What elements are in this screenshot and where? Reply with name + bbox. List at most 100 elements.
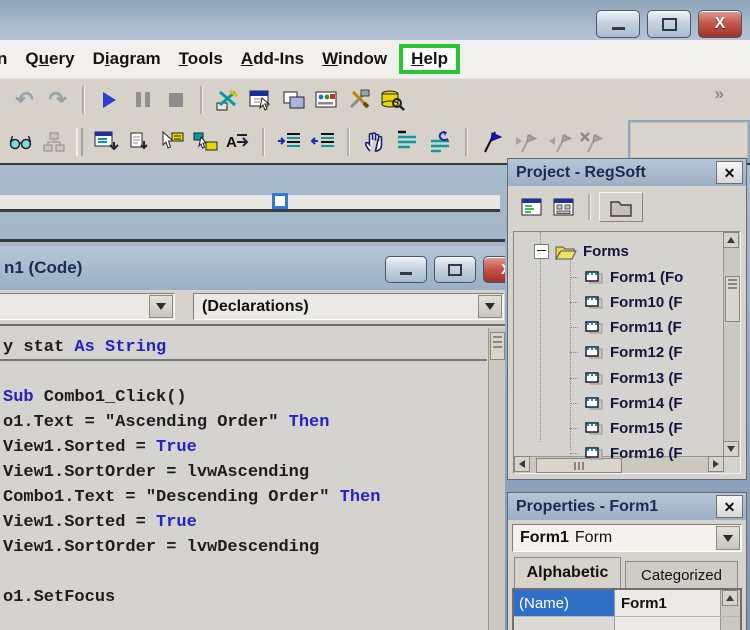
project-panel-title-bar[interactable]: Project - RegSoft ✕ (508, 159, 746, 186)
toolbar-dock-area (630, 122, 748, 158)
project-close-button[interactable]: ✕ (716, 161, 743, 184)
code-window-title-bar[interactable]: n1 (Code) X (0, 246, 505, 290)
code-minimize-button[interactable] (385, 256, 427, 283)
property-row[interactable]: (Name) Form1 (514, 590, 740, 617)
triangle-up-icon (727, 237, 735, 243)
form-icon (585, 321, 603, 334)
uncomment-block-icon[interactable] (424, 126, 457, 158)
main-title-bar[interactable]: X (0, 0, 750, 40)
tree-item-form10[interactable]: Form10 (F (570, 291, 683, 313)
view-object-icon[interactable] (548, 193, 580, 221)
property-value-cell[interactable]: Form1 (614, 590, 720, 616)
grid-scrollbar[interactable] (720, 590, 740, 616)
previous-bookmark-icon[interactable] (542, 126, 575, 158)
scroll-up-button[interactable] (722, 590, 738, 606)
tree-item-form15[interactable]: Form15 (F (570, 417, 683, 439)
tab-alphabetic[interactable]: Alphabetic (514, 557, 621, 588)
tree-vertical-scrollbar[interactable] (723, 232, 740, 457)
maximize-button[interactable] (647, 10, 691, 38)
object-selector-dropdown[interactable]: Form1 Form (512, 524, 742, 552)
menu-item-tools[interactable]: Tools (170, 45, 232, 73)
toolbox-icon[interactable] (343, 84, 376, 116)
tree-node-forms[interactable]: Forms (534, 240, 629, 262)
procedure-dropdown[interactable]: (Declarations) (193, 293, 504, 320)
toolbar-separator (262, 127, 265, 156)
outdent-icon[interactable] (306, 126, 339, 158)
collapse-icon[interactable] (534, 243, 549, 259)
tree-item-form16[interactable]: Form16 (F (570, 442, 683, 464)
toolbar-overflow-chevron[interactable]: » (715, 84, 724, 104)
code-vertical-scrollbar[interactable] (488, 328, 505, 630)
tree-item-form1[interactable]: Form1 (Fo (570, 266, 683, 288)
scroll-right-button[interactable] (708, 456, 724, 472)
data-view-icon[interactable] (376, 84, 409, 116)
menu-item-help[interactable]: Help (399, 44, 461, 74)
toolbar-separator (588, 194, 591, 220)
tree-item-form13[interactable]: Form13 (F (570, 367, 683, 389)
quick-info-icon[interactable] (155, 126, 188, 158)
form-icon (585, 447, 603, 460)
properties-close-button[interactable]: ✕ (716, 495, 743, 518)
list-constants-icon[interactable] (122, 126, 155, 158)
properties-grid[interactable]: (Name) Form1 (512, 588, 742, 630)
form-layout-icon[interactable] (277, 84, 310, 116)
next-bookmark-icon[interactable] (509, 126, 542, 158)
triangle-up-icon (726, 595, 734, 601)
tree-item-form12[interactable]: Form12 (F (570, 341, 683, 363)
scrollbar-thumb[interactable] (725, 276, 740, 322)
background-window-edge (0, 195, 500, 212)
close-button[interactable]: X (698, 10, 742, 38)
code-editor[interactable]: y stat As String Sub Combo1_Click() o1.Tex… (0, 324, 505, 630)
undo-icon[interactable]: ↶ (8, 84, 41, 116)
break-icon[interactable] (126, 84, 159, 116)
call-stack-icon[interactable] (37, 126, 70, 158)
view-code-icon[interactable] (516, 193, 548, 221)
complete-word-icon[interactable]: A (221, 126, 254, 158)
menu-item-add-ins[interactable]: Add-Ins (232, 45, 313, 73)
menu-item-query[interactable]: Query (16, 45, 83, 73)
object-browser-icon[interactable] (310, 84, 343, 116)
comment-block-icon[interactable] (391, 126, 424, 158)
code-close-button[interactable]: X (483, 256, 505, 283)
project-explorer-icon[interactable] (211, 84, 244, 116)
selection-handle[interactable] (272, 193, 288, 209)
tree-item-label: Form10 (F (610, 293, 683, 311)
tree-node-label: Forms (583, 242, 629, 260)
minimize-button[interactable] (596, 10, 640, 38)
toolbar-drag-handle[interactable] (76, 127, 83, 156)
code-maximize-button[interactable] (434, 256, 476, 283)
dropdown-arrow-button[interactable] (478, 295, 502, 318)
properties-window-icon[interactable] (244, 84, 277, 116)
scrollbar-thumb[interactable] (490, 332, 505, 360)
find-icon[interactable] (4, 126, 37, 158)
toggle-breakpoint-icon[interactable] (358, 126, 391, 158)
indent-icon[interactable] (273, 126, 306, 158)
end-icon[interactable] (159, 84, 192, 116)
project-tree[interactable]: Forms Form1 (Fo Form10 (F Form11 (F Form12 … (513, 231, 741, 474)
tab-categorized[interactable]: Categorized (625, 561, 738, 588)
list-properties-icon[interactable] (89, 126, 122, 158)
clear-bookmarks-icon[interactable] (575, 126, 608, 158)
tree-item-label: Form13 (F (610, 369, 683, 387)
tree-item-form11[interactable]: Form11 (F (570, 316, 682, 338)
toggle-bookmark-icon[interactable] (476, 126, 509, 158)
dropdown-arrow-button[interactable] (149, 295, 173, 318)
redo-icon[interactable]: ↷ (41, 84, 74, 116)
scroll-up-button[interactable] (723, 232, 739, 248)
scroll-left-button[interactable] (514, 456, 530, 472)
menu-item-diagram[interactable]: Diagram (84, 45, 170, 73)
menu-item-n[interactable]: n (0, 45, 16, 73)
dropdown-arrow-button[interactable] (716, 526, 740, 550)
properties-panel-title-bar[interactable]: Properties - Form1 ✕ (508, 493, 746, 520)
procedure-separator (0, 359, 487, 361)
toggle-folders-icon[interactable] (599, 192, 643, 222)
tree-item-form14[interactable]: Form14 (F (570, 392, 683, 414)
property-name-cell[interactable]: (Name) (514, 590, 614, 616)
tree-item-label: Form11 (F (610, 318, 682, 336)
scroll-down-button[interactable] (723, 441, 739, 457)
code-line: y stat As String (3, 338, 167, 357)
start-icon[interactable] (93, 84, 126, 116)
menu-item-window[interactable]: Window (313, 45, 396, 73)
object-dropdown[interactable] (0, 293, 175, 320)
parameter-info-icon[interactable] (188, 126, 221, 158)
